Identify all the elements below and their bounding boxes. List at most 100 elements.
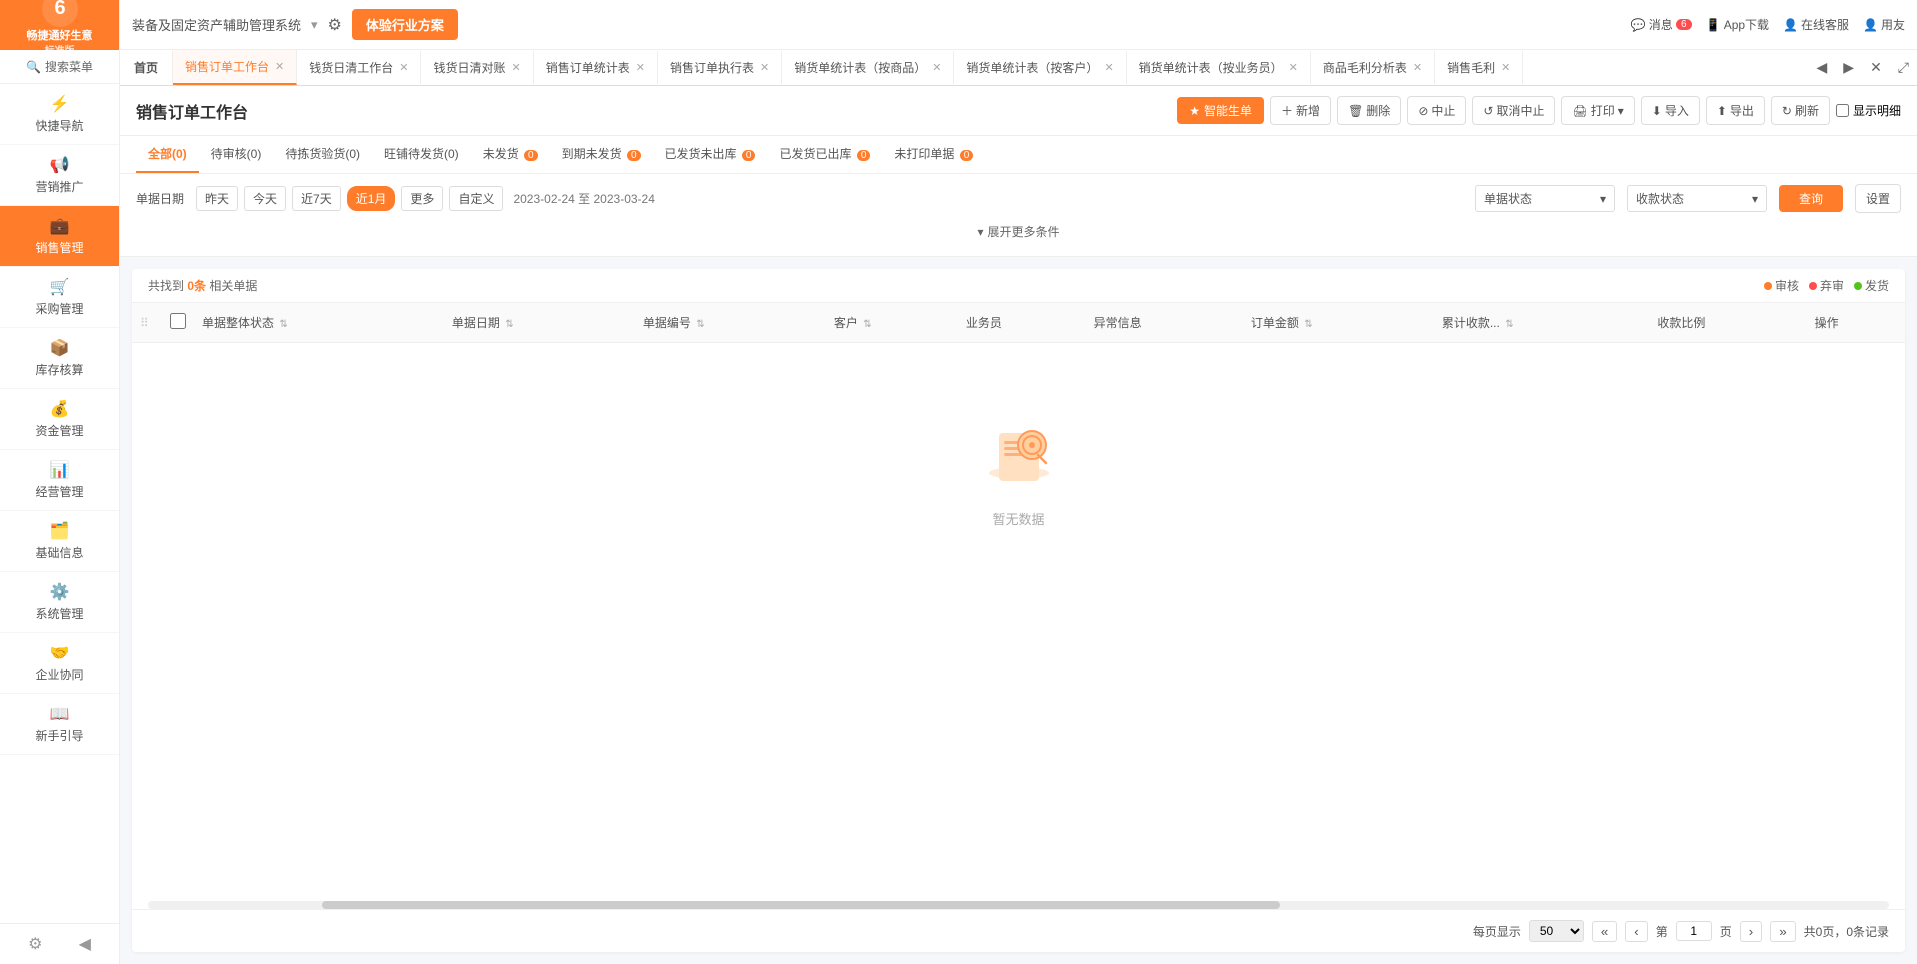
scrollbar-thumb[interactable] xyxy=(322,901,1280,909)
ship-action[interactable]: 发货 xyxy=(1854,277,1889,294)
review-action[interactable]: 审核 xyxy=(1764,277,1799,294)
sidebar-item-purchase[interactable]: 🛒 采购管理 xyxy=(0,267,119,328)
date-option-more[interactable]: 更多 xyxy=(401,186,443,211)
date-option-custom[interactable]: 自定义 xyxy=(449,186,503,211)
date-option-today[interactable]: 今天 xyxy=(244,186,286,211)
page-size-select[interactable]: 10 20 50 100 xyxy=(1529,920,1584,942)
industry-solution-button[interactable]: 体验行业方案 xyxy=(352,9,458,40)
topbar-online-service[interactable]: 👤 在线客服 xyxy=(1783,16,1849,33)
th-customer[interactable]: 客户 ⇅ xyxy=(826,303,958,343)
export-button[interactable]: ⬆ 导出 xyxy=(1706,96,1765,125)
th-date[interactable]: 单据日期 ⇅ xyxy=(444,303,635,343)
sidebar-item-collab[interactable]: 🤝 企业协同 xyxy=(0,633,119,694)
filter-date-options: 昨天 今天 近7天 近1月 更多 自定义 2023-02-24 至 2023-0… xyxy=(196,186,655,211)
topbar-messages[interactable]: 💬 消息 6 xyxy=(1631,16,1692,33)
sidebar-item-newbie[interactable]: 📖 新手引导 xyxy=(0,694,119,755)
topbar-gear-icon[interactable]: ⚙ xyxy=(328,15,342,35)
subtab-shipped-out[interactable]: 已发货已出库 0 xyxy=(767,136,882,173)
tab-sales-profit[interactable]: 销售毛利 ✕ xyxy=(1435,51,1523,84)
select-all-checkbox[interactable] xyxy=(170,313,186,329)
expand-filters-button[interactable]: ▾ 展开更多条件 xyxy=(136,217,1901,246)
delete-button[interactable]: 🗑 删除 xyxy=(1337,96,1401,125)
cancel-review-action[interactable]: 弃审 xyxy=(1809,277,1844,294)
date-option-1month[interactable]: 近1月 xyxy=(347,186,396,211)
tab-cash-reconcile[interactable]: 钱货日清对账 ✕ xyxy=(421,51,533,84)
subtab-wangpu[interactable]: 旺铺待发货(0) xyxy=(372,136,471,173)
tab-sales-summary-product[interactable]: 销货单统计表（按商品） ✕ xyxy=(782,51,954,84)
subtab-overdue-not-shipped-badge: 0 xyxy=(627,150,641,161)
tab-sales-summary-customer-close[interactable]: ✕ xyxy=(1104,61,1113,74)
show-detail-checkbox-label[interactable]: 显示明细 xyxy=(1836,102,1901,119)
tab-sales-workbench-close[interactable]: ✕ xyxy=(275,60,284,73)
tab-sales-summary-product-label: 销货单统计表（按商品） xyxy=(794,59,926,76)
horizontal-scrollbar[interactable] xyxy=(148,901,1889,909)
subtab-pending-inspect[interactable]: 待拣货验货(0) xyxy=(273,136,372,173)
smart-create-button[interactable]: ★ 智能生单 xyxy=(1177,97,1264,124)
tab-product-margin-close[interactable]: ✕ xyxy=(1413,61,1422,74)
page-number-input[interactable] xyxy=(1676,921,1712,941)
query-button[interactable]: 查询 xyxy=(1779,185,1843,212)
th-amount[interactable]: 订单金额 ⇅ xyxy=(1243,303,1434,343)
sidebar-item-operations[interactable]: 📊 经营管理 xyxy=(0,450,119,511)
tab-sales-stats-close[interactable]: ✕ xyxy=(636,61,645,74)
subtab-all[interactable]: 全部(0) xyxy=(136,136,199,173)
show-detail-checkbox[interactable] xyxy=(1836,104,1849,117)
sidebar-collapse-icon[interactable]: ◀ xyxy=(79,934,91,954)
sidebar-item-quick[interactable]: ⚡ 快捷导航 xyxy=(0,84,119,145)
tab-sales-workbench[interactable]: 销售订单工作台 ✕ xyxy=(173,50,297,85)
add-button[interactable]: ＋ 新增 xyxy=(1270,96,1331,125)
tab-product-margin[interactable]: 商品毛利分析表 ✕ xyxy=(1311,51,1435,84)
th-status[interactable]: 单据整体状态 ⇅ xyxy=(194,303,444,343)
sidebar-settings-icon[interactable]: ⚙ xyxy=(28,934,42,954)
tab-cash-clearing[interactable]: 钱货日清工作台 ✕ xyxy=(297,51,421,84)
tab-sales-exec[interactable]: 销售订单执行表 ✕ xyxy=(658,51,782,84)
filter-settings-button[interactable]: 设置 xyxy=(1855,184,1901,213)
tab-cash-clearing-close[interactable]: ✕ xyxy=(399,61,408,74)
import-button[interactable]: ⬇ 导入 xyxy=(1641,96,1700,125)
sidebar-item-finance[interactable]: 💰 资金管理 xyxy=(0,389,119,450)
topbar-app-download[interactable]: 📱 App下载 xyxy=(1706,16,1769,33)
payment-filter[interactable]: 收款状态 ▾ xyxy=(1627,185,1767,212)
next-page-button[interactable]: › xyxy=(1740,921,1762,942)
tab-scroll-right-icon[interactable]: ▶ xyxy=(1835,51,1862,84)
subtab-overdue-not-shipped[interactable]: 到期未发货 0 xyxy=(550,136,653,173)
sidebar-item-inventory[interactable]: 📦 库存核算 xyxy=(0,328,119,389)
subtab-shipped-not-out[interactable]: 已发货未出库 0 xyxy=(653,136,768,173)
subtab-not-shipped[interactable]: 未发货 0 xyxy=(471,136,550,173)
th-collected[interactable]: 累计收款... ⇅ xyxy=(1434,303,1650,343)
finance-icon: 💰 xyxy=(50,399,70,419)
subtab-not-printed[interactable]: 未打印单据 0 xyxy=(882,136,985,173)
topbar-caret-icon: ▾ xyxy=(311,17,318,33)
print-button[interactable]: 🖨 打印 ▾ xyxy=(1561,96,1634,125)
sidebar-item-sales[interactable]: 💼 销售管理 xyxy=(0,206,119,267)
subtab-pending-review[interactable]: 待审核(0) xyxy=(199,136,274,173)
date-option-7days[interactable]: 近7天 xyxy=(292,186,341,211)
tab-sales-exec-close[interactable]: ✕ xyxy=(760,61,769,74)
suspend-button[interactable]: ⊘ 中止 xyxy=(1407,96,1466,125)
th-number[interactable]: 单据编号 ⇅ xyxy=(635,303,826,343)
sidebar-item-basic[interactable]: 🗂️ 基础信息 xyxy=(0,511,119,572)
tab-expand-icon[interactable]: ⤢ xyxy=(1890,51,1917,84)
topbar-user[interactable]: 👤 用友 xyxy=(1863,16,1905,33)
prev-page-button[interactable]: ‹ xyxy=(1625,921,1647,942)
tab-sales-stats[interactable]: 销售订单统计表 ✕ xyxy=(534,51,658,84)
sidebar-item-system[interactable]: ⚙️ 系统管理 xyxy=(0,572,119,633)
subtab-all-label: 全部(0) xyxy=(148,147,187,161)
cancel-suspend-button[interactable]: ↺ 取消中止 xyxy=(1472,96,1555,125)
tab-sales-summary-staff-close[interactable]: ✕ xyxy=(1289,61,1298,74)
tab-home[interactable]: 首页 xyxy=(120,51,173,84)
refresh-button[interactable]: ↻ 刷新 xyxy=(1771,96,1830,125)
tab-sales-profit-close[interactable]: ✕ xyxy=(1501,61,1510,74)
page-header: 销售订单工作台 ★ 智能生单 ＋ 新增 🗑 删除 ⊘ 中止 xyxy=(120,86,1917,136)
tab-sales-summary-customer[interactable]: 销货单统计表（按客户） ✕ xyxy=(954,51,1126,84)
date-option-yesterday[interactable]: 昨天 xyxy=(196,186,238,211)
tab-sales-summary-staff[interactable]: 销货单统计表（按业务员） ✕ xyxy=(1127,51,1311,84)
tab-cash-reconcile-close[interactable]: ✕ xyxy=(512,61,521,74)
sidebar-item-promo[interactable]: 📢 营销推广 xyxy=(0,145,119,206)
last-page-button[interactable]: » xyxy=(1770,921,1795,942)
tab-close-all-icon[interactable]: ✕ xyxy=(1862,51,1890,84)
tab-scroll-left-icon[interactable]: ◀ xyxy=(1809,51,1836,84)
first-page-button[interactable]: « xyxy=(1592,921,1617,942)
status-filter[interactable]: 单据状态 ▾ xyxy=(1475,185,1615,212)
tab-sales-summary-product-close[interactable]: ✕ xyxy=(932,61,941,74)
